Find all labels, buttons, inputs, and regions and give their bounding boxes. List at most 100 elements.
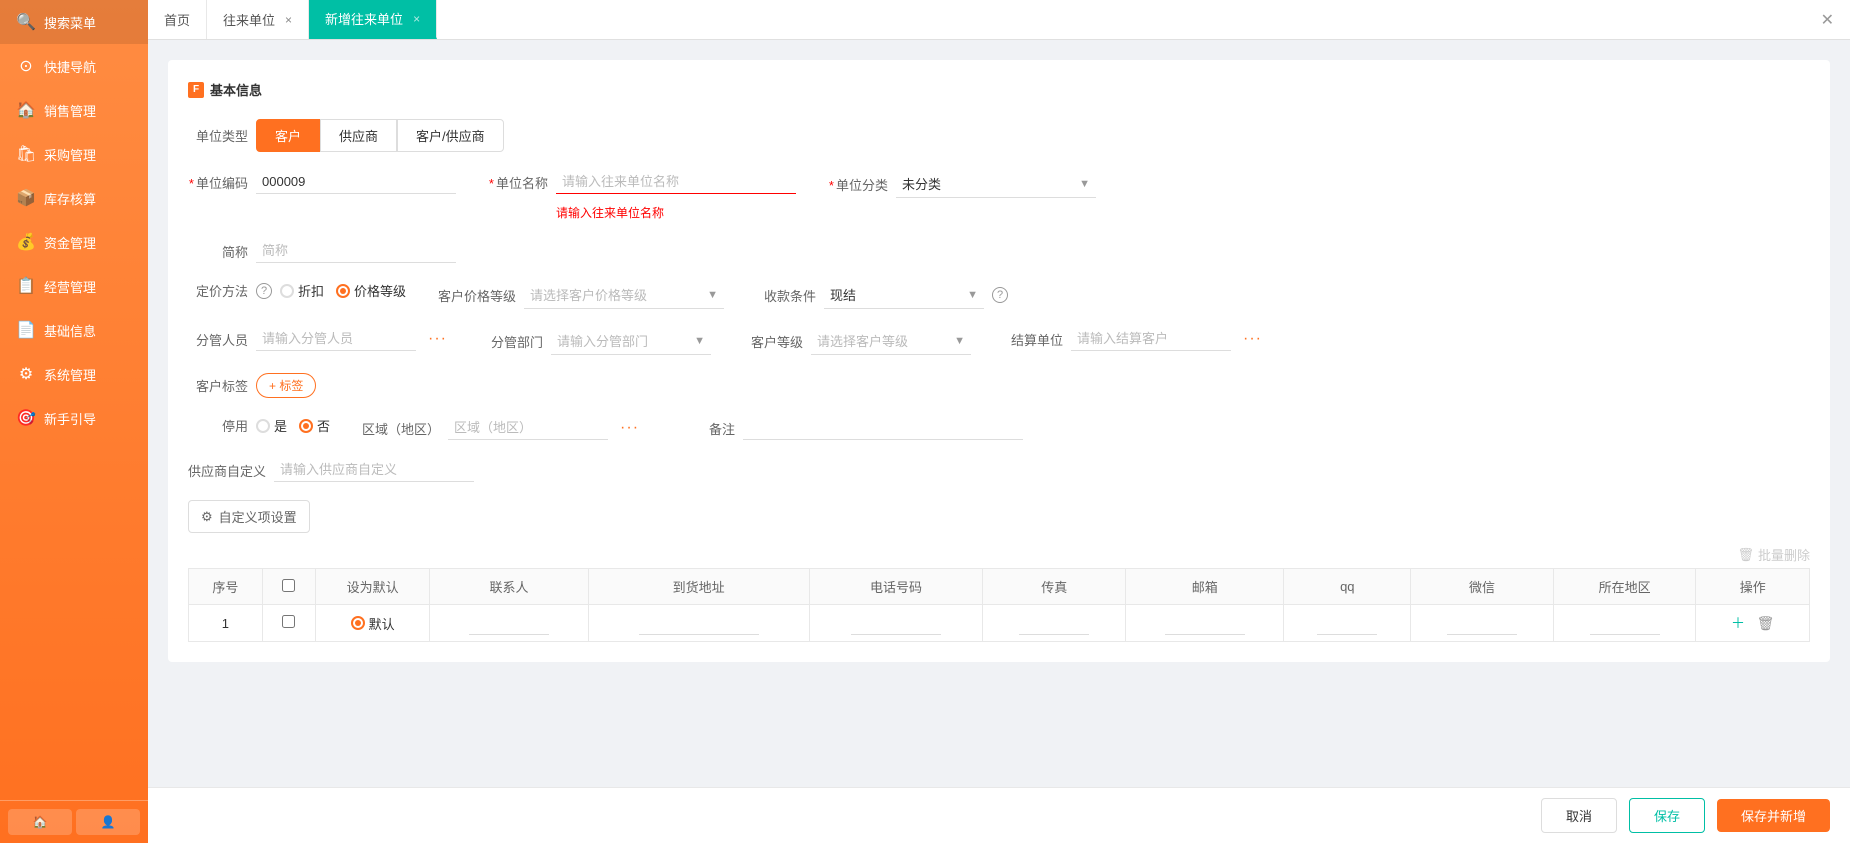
customer-price-placeholder: 请选择客户价格等级 bbox=[530, 285, 647, 304]
region-field: 区域（地区） ··· bbox=[362, 416, 643, 440]
sidebar-home-button[interactable]: 🏠 bbox=[8, 809, 72, 835]
sidebar-item-system[interactable]: ⚙ 系统管理 bbox=[0, 352, 148, 396]
custom-settings-button[interactable]: ⚙ 自定义项设置 bbox=[188, 500, 310, 533]
col-region: 所在地区 bbox=[1553, 569, 1696, 605]
tab-partners-label: 往来单位 bbox=[223, 10, 275, 29]
tab-bar-close-button[interactable]: ✕ bbox=[1805, 10, 1850, 30]
unit-category-field: *单位分类 未分类 ▼ bbox=[828, 170, 1096, 198]
pricing-help-icon[interactable]: ? bbox=[256, 283, 272, 299]
supplier-custom-field: 供应商自定义 bbox=[188, 458, 474, 482]
supplier-custom-input[interactable] bbox=[274, 458, 474, 482]
default-label: 默认 bbox=[369, 614, 395, 633]
customer-level-arrow: ▼ bbox=[954, 335, 965, 347]
section-icon: F bbox=[188, 82, 204, 98]
tab-partners[interactable]: 往来单位 × bbox=[207, 0, 309, 39]
save-button[interactable]: 保存 bbox=[1629, 798, 1705, 833]
settlement-input[interactable] bbox=[1071, 327, 1231, 351]
tab-new-partner[interactable]: 新增往来单位 × bbox=[309, 0, 437, 39]
sidebar-item-label: 快捷导航 bbox=[44, 57, 96, 76]
unit-type-both[interactable]: 客户/供应商 bbox=[397, 119, 504, 152]
add-tag-button[interactable]: + 标签 bbox=[256, 373, 316, 398]
sidebar: 🔍 搜索菜单 ⊙ 快捷导航 🏠 销售管理 🛍 采购管理 📦 库存核算 💰 资金管… bbox=[0, 0, 148, 843]
phone-input[interactable] bbox=[851, 611, 941, 635]
tab-home-label: 首页 bbox=[164, 10, 190, 29]
payment-terms-select[interactable]: 现结 ▼ bbox=[824, 281, 984, 309]
customer-level-field: 客户等级 请选择客户等级 ▼ bbox=[743, 327, 971, 355]
col-checkbox bbox=[262, 569, 315, 605]
qq-input[interactable] bbox=[1317, 611, 1377, 635]
address-input[interactable] bbox=[639, 611, 759, 635]
unit-type-label: 单位类型 bbox=[188, 126, 248, 145]
row-address bbox=[588, 605, 809, 642]
region-ellipsis[interactable]: ··· bbox=[616, 419, 643, 437]
supplier-custom-label: 供应商自定义 bbox=[188, 461, 266, 480]
customer-price-arrow: ▼ bbox=[707, 289, 718, 301]
sidebar-bottom: 🏠 👤 bbox=[0, 800, 148, 843]
tab-bar: 首页 往来单位 × 新增往来单位 × ✕ bbox=[148, 0, 1850, 40]
region-input[interactable] bbox=[448, 416, 608, 440]
sidebar-item-search[interactable]: 🔍 搜索菜单 bbox=[0, 0, 148, 44]
row-checkbox[interactable] bbox=[282, 615, 295, 628]
required-star: * bbox=[189, 176, 194, 191]
sidebar-user-button[interactable]: 👤 bbox=[76, 809, 140, 835]
department-label: 分管部门 bbox=[483, 332, 543, 351]
remark-input[interactable] bbox=[743, 416, 1023, 440]
wechat-input[interactable] bbox=[1447, 611, 1517, 635]
select-all-checkbox[interactable] bbox=[282, 579, 295, 592]
sidebar-item-guide[interactable]: 🎯 新手引导 bbox=[0, 396, 148, 440]
save-and-new-button[interactable]: 保存并新增 bbox=[1717, 799, 1830, 832]
unit-code-input[interactable] bbox=[256, 170, 456, 194]
sidebar-item-finance[interactable]: 💰 资金管理 bbox=[0, 220, 148, 264]
settlement-ellipsis[interactable]: ··· bbox=[1239, 330, 1266, 348]
search-icon: 🔍 bbox=[16, 12, 36, 32]
remark-label: 备注 bbox=[675, 419, 735, 438]
cancel-button[interactable]: 取消 bbox=[1541, 798, 1617, 833]
sidebar-item-sales[interactable]: 🏠 销售管理 bbox=[0, 88, 148, 132]
manager-ellipsis[interactable]: ··· bbox=[424, 330, 451, 348]
pricing-method-label: 定价方法 bbox=[188, 281, 248, 300]
unit-category-select[interactable]: 未分类 ▼ bbox=[896, 170, 1096, 198]
default-radio[interactable] bbox=[351, 616, 365, 630]
add-row-button[interactable]: ＋ bbox=[1727, 611, 1749, 635]
supplier-custom-row: 供应商自定义 bbox=[188, 458, 1810, 482]
customer-price-select[interactable]: 请选择客户价格等级 ▼ bbox=[524, 281, 724, 309]
custom-settings-label: 自定义项设置 bbox=[219, 507, 297, 526]
payment-help-icon[interactable]: ? bbox=[992, 287, 1008, 303]
sidebar-item-quicknav[interactable]: ⊙ 快捷导航 bbox=[0, 44, 148, 88]
unit-type-row: 单位类型 客户 供应商 客户/供应商 bbox=[188, 119, 1810, 152]
unit-name-input[interactable] bbox=[556, 170, 796, 194]
content-area: F 基本信息 单位类型 客户 供应商 客户/供应商 *单位编 bbox=[148, 40, 1850, 787]
sidebar-item-label: 基础信息 bbox=[44, 321, 96, 340]
contact-input[interactable] bbox=[469, 611, 549, 635]
customer-level-select[interactable]: 请选择客户等级 ▼ bbox=[811, 327, 971, 355]
unit-type-customer[interactable]: 客户 bbox=[256, 119, 320, 152]
disabled-no-radio[interactable]: 否 bbox=[299, 416, 330, 435]
tab-partners-close[interactable]: × bbox=[285, 13, 292, 27]
category-dropdown-arrow: ▼ bbox=[1079, 178, 1090, 190]
delete-row-button[interactable]: 🗑 bbox=[1753, 613, 1779, 634]
fax-input[interactable] bbox=[1019, 611, 1089, 635]
tab-home[interactable]: 首页 bbox=[148, 0, 207, 39]
pricing-level-radio[interactable]: 价格等级 bbox=[336, 281, 406, 300]
footer: 取消 保存 保存并新增 bbox=[148, 787, 1850, 843]
disabled-yes-radio[interactable]: 是 bbox=[256, 416, 287, 435]
short-name-input[interactable] bbox=[256, 239, 456, 263]
region-table-input[interactable] bbox=[1590, 611, 1660, 635]
batch-delete-area: 🗑 批量删除 bbox=[188, 545, 1810, 564]
basic-info-card: F 基本信息 单位类型 客户 供应商 客户/供应商 *单位编 bbox=[168, 60, 1830, 662]
unit-type-supplier[interactable]: 供应商 bbox=[320, 119, 397, 152]
sidebar-item-operations[interactable]: 📋 经营管理 bbox=[0, 264, 148, 308]
tab-new-partner-close[interactable]: × bbox=[413, 12, 420, 26]
disabled-yes-circle bbox=[256, 419, 270, 433]
email-input[interactable] bbox=[1165, 611, 1245, 635]
col-default: 设为默认 bbox=[315, 569, 429, 605]
sidebar-item-basic[interactable]: 📄 基础信息 bbox=[0, 308, 148, 352]
sidebar-item-inventory[interactable]: 📦 库存核算 bbox=[0, 176, 148, 220]
manager-input[interactable] bbox=[256, 327, 416, 351]
disabled-no-label: 否 bbox=[317, 416, 330, 435]
customer-level-label: 客户等级 bbox=[743, 332, 803, 351]
disabled-no-circle bbox=[299, 419, 313, 433]
sidebar-item-purchase[interactable]: 🛍 采购管理 bbox=[0, 132, 148, 176]
department-select[interactable]: 请输入分管部门 ▼ bbox=[551, 327, 711, 355]
pricing-discount-radio[interactable]: 折扣 bbox=[280, 281, 324, 300]
